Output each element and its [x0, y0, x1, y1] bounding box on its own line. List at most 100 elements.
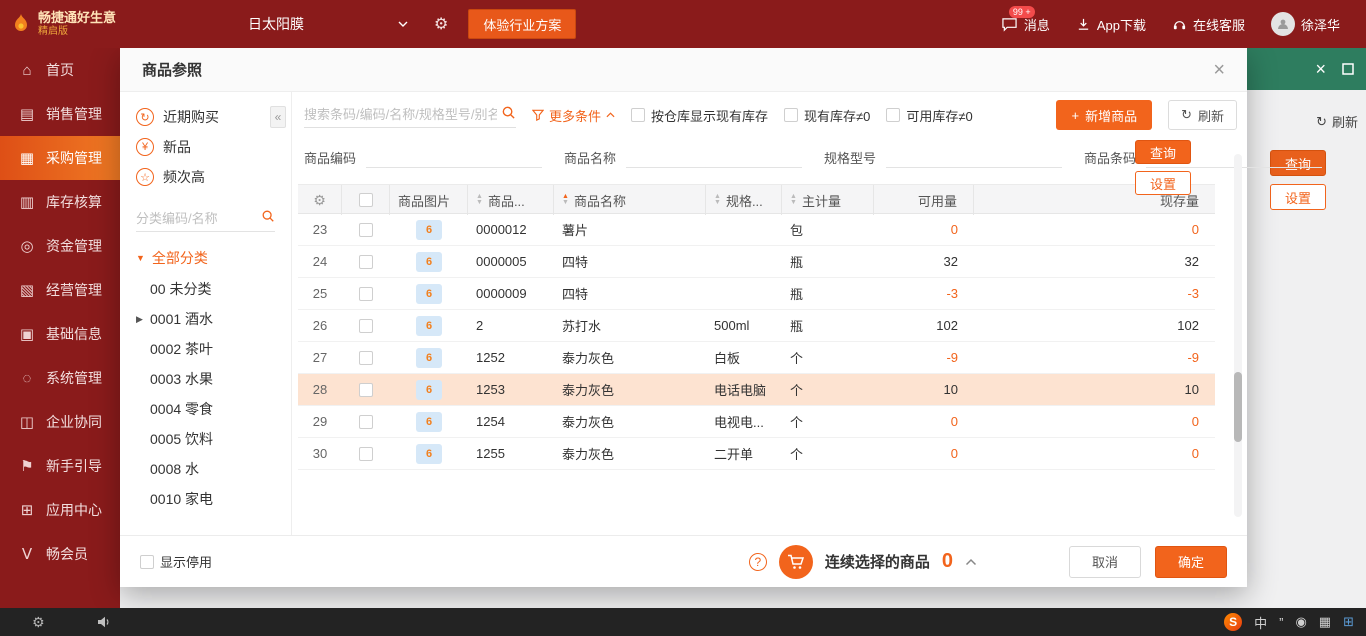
shortcut-high-frequency[interactable]: ☆ 频次高: [120, 162, 291, 192]
row-checkbox[interactable]: [359, 286, 373, 301]
sidebar-item-home[interactable]: ⌂ 首页: [0, 48, 120, 92]
background-close-icon[interactable]: ×: [1315, 59, 1326, 80]
checkbox-show-disabled[interactable]: 显示停用: [140, 552, 212, 571]
category-item[interactable]: 0005 饮料: [120, 424, 291, 454]
row-checkbox[interactable]: [359, 350, 373, 365]
table-scrollbar[interactable]: [1234, 154, 1242, 517]
user-menu[interactable]: 徐泽华: [1270, 12, 1340, 36]
table-row[interactable]: 24 6 0000005 四特 瓶 32 32: [298, 246, 1215, 278]
topbar-gear-icon[interactable]: ⚙: [434, 14, 448, 34]
ime-punctuation-icon[interactable]: ”: [1279, 615, 1283, 630]
table-row-selected[interactable]: 28 6 1253 泰力灰色 电话电脑 个 10 10: [298, 374, 1215, 406]
sidebar-item-sales[interactable]: ▤ 销售管理: [0, 92, 120, 136]
messages-button[interactable]: 99 + 消息: [1001, 5, 1050, 34]
background-maximize-icon[interactable]: [1342, 63, 1354, 75]
table-row[interactable]: 25 6 0000009 四特 瓶 -3 -3: [298, 278, 1215, 310]
ime-toolbox-icon[interactable]: ⊞: [1343, 614, 1354, 630]
row-checkbox[interactable]: [359, 382, 373, 397]
trial-solution-button[interactable]: 体验行业方案: [468, 9, 577, 39]
home-icon: ⌂: [22, 61, 32, 79]
confirm-button[interactable]: 确定: [1155, 545, 1227, 578]
shortcut-new-products[interactable]: ¥ 新品: [120, 132, 291, 162]
refresh-button[interactable]: ↻ 刷新: [1168, 100, 1237, 130]
column-code[interactable]: ▲ ▼ 商品...: [468, 185, 554, 215]
caret-down-icon: ▼: [136, 253, 145, 263]
sidebar-item-operations[interactable]: ▧ 经营管理: [0, 268, 120, 312]
sidebar-item-app-center[interactable]: ⊞ 应用中心: [0, 488, 120, 532]
row-checkbox[interactable]: [359, 414, 373, 429]
sidebar-item-inventory[interactable]: ▥ 库存核算: [0, 180, 120, 224]
sidebar-item-funds[interactable]: ◎ 资金管理: [0, 224, 120, 268]
category-item[interactable]: 0010 家电: [120, 484, 291, 514]
help-icon[interactable]: ?: [748, 552, 767, 571]
ime-keyboard-icon[interactable]: ▦: [1319, 614, 1331, 630]
search-icon[interactable]: [261, 209, 275, 228]
table-row[interactable]: 27 6 1252 泰力灰色 白板 个 -9 -9: [298, 342, 1215, 374]
app-download-button[interactable]: App下载: [1076, 15, 1146, 34]
product-search-input[interactable]: [304, 102, 497, 127]
row-checkbox[interactable]: [359, 318, 373, 333]
table-header: ⚙ 商品图片 ▲ ▼ 商品... ▲ ▼ 商品名称 ▲ ▼ 规格... ▲ ▼ 主计量 可用量 …: [298, 184, 1215, 215]
search-icon[interactable]: [501, 105, 516, 125]
table-row[interactable]: 23 6 0000012 薯片 包 0 0: [298, 214, 1215, 246]
funds-icon: ◎: [20, 238, 34, 255]
category-item[interactable]: 0003 水果: [120, 364, 291, 394]
product-name-input[interactable]: [626, 146, 803, 168]
checkbox[interactable]: [784, 108, 799, 122]
product-code-input[interactable]: [366, 146, 543, 168]
sidebar-item-system[interactable]: ◌ 系统管理: [0, 356, 120, 400]
column-name[interactable]: ▲ ▼ 商品名称: [554, 185, 706, 215]
category-item[interactable]: 0004 零食: [120, 394, 291, 424]
settings-button[interactable]: 设置: [1135, 171, 1191, 195]
column-unit[interactable]: ▲ ▼ 主计量: [782, 185, 874, 215]
sidebar-item-member[interactable]: Ⅴ 畅会员: [0, 532, 120, 576]
checkbox[interactable]: [631, 108, 646, 122]
sidebar-item-basic-info[interactable]: ▣ 基础信息: [0, 312, 120, 356]
collapse-panel-button[interactable]: «: [270, 106, 286, 128]
sidebar-item-purchase[interactable]: ▦ 采购管理: [0, 136, 120, 180]
volume-icon[interactable]: [97, 616, 111, 628]
column-spec[interactable]: ▲ ▼ 规格...: [706, 185, 782, 215]
checkbox[interactable]: [886, 108, 901, 122]
table-row[interactable]: 29 6 1254 泰力灰色 电视电... 个 0 0: [298, 406, 1215, 438]
background-settings-button[interactable]: 设置: [1270, 184, 1326, 210]
spec-model-input[interactable]: [886, 146, 1063, 168]
checkbox-show-by-warehouse[interactable]: 按仓库显示现有库存: [631, 106, 768, 125]
shortcut-recent-purchases[interactable]: ↻ 近期购买: [120, 102, 291, 132]
collapse-selection-icon[interactable]: [965, 558, 977, 566]
taskbar-gear-icon[interactable]: ⚙: [32, 614, 45, 631]
column-image[interactable]: 商品图片: [390, 185, 468, 215]
checkbox-stock-nonzero[interactable]: 现有库存≠0: [784, 106, 870, 125]
cancel-button[interactable]: 取消: [1069, 545, 1141, 578]
add-product-button[interactable]: + 新增商品: [1056, 100, 1153, 130]
ime-language-mode[interactable]: 中: [1254, 613, 1267, 632]
background-refresh-button[interactable]: ↻ 刷新: [1316, 112, 1358, 131]
online-support-button[interactable]: 在线客服: [1172, 15, 1245, 34]
category-item[interactable]: ▶ 0001 酒水: [120, 304, 291, 334]
column-settings-gear-icon[interactable]: ⚙: [313, 192, 326, 209]
row-checkbox[interactable]: [359, 446, 373, 461]
category-search-input[interactable]: [136, 206, 257, 231]
row-checkbox[interactable]: [359, 222, 373, 237]
table-row[interactable]: 30 6 1255 泰力灰色 二开单 个 0 0: [298, 438, 1215, 470]
category-all[interactable]: ▼ 全部分类: [120, 236, 291, 274]
query-button[interactable]: 查询: [1135, 140, 1191, 164]
ime-logo-icon[interactable]: S: [1224, 613, 1243, 631]
checkbox-available-nonzero[interactable]: 可用库存≠0: [886, 106, 973, 125]
high-frequency-icon: ☆: [136, 168, 154, 186]
select-all-checkbox[interactable]: [358, 193, 373, 207]
sidebar-item-collaboration[interactable]: ◫ 企业协同: [0, 400, 120, 444]
category-item[interactable]: 00 未分类: [120, 274, 291, 304]
table-row[interactable]: 26 6 2 苏打水 500ml 瓶 102 102: [298, 310, 1215, 342]
row-checkbox[interactable]: [359, 254, 373, 269]
more-filters-button[interactable]: 更多条件: [532, 106, 615, 125]
category-item[interactable]: 0002 茶叶: [120, 334, 291, 364]
ime-mic-icon[interactable]: ◉: [1295, 614, 1306, 630]
category-item[interactable]: 0008 水: [120, 454, 291, 484]
sidebar-item-guide[interactable]: ⚑ 新手引导: [0, 444, 120, 488]
column-available[interactable]: 可用量: [874, 185, 974, 215]
dialog-close-icon[interactable]: ×: [1213, 60, 1225, 80]
scrollbar-thumb[interactable]: [1234, 371, 1242, 442]
checkbox[interactable]: [140, 554, 154, 569]
account-dropdown[interactable]: 日太阳膜: [248, 14, 408, 34]
